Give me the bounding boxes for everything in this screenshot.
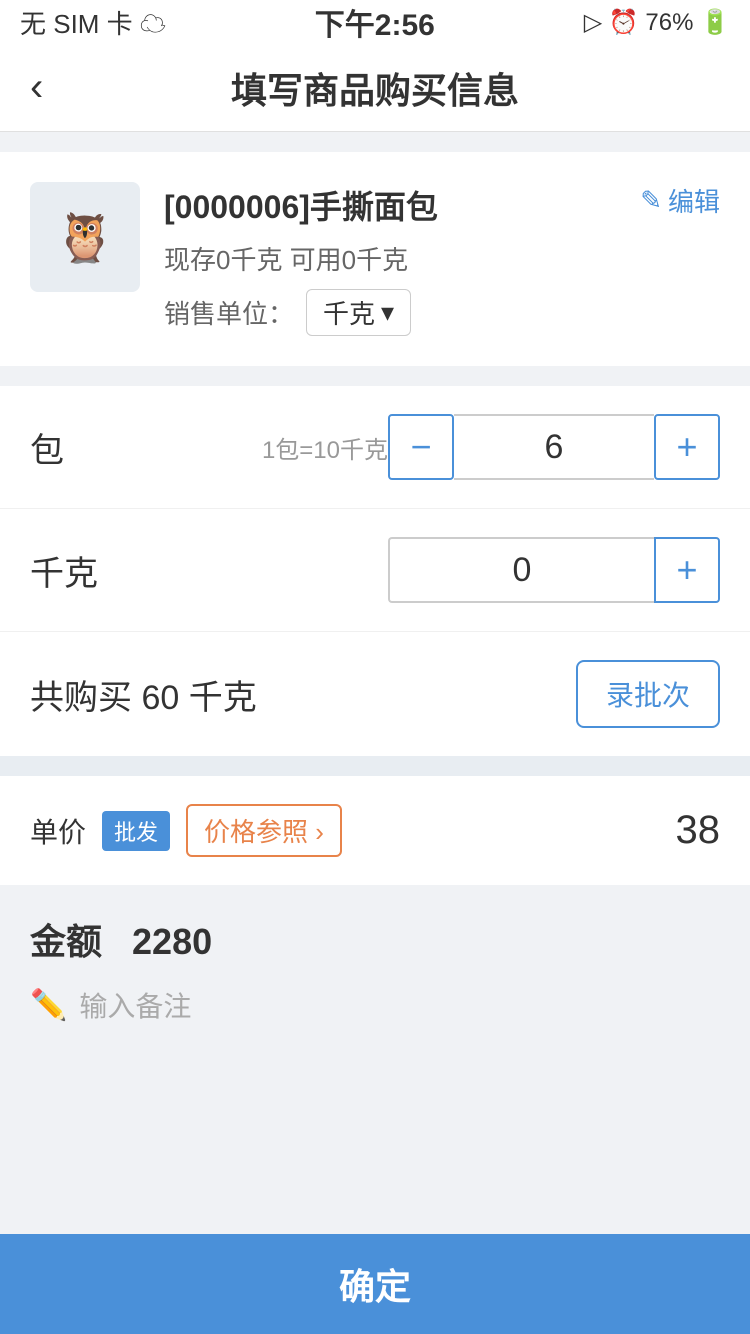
amount-row: 金额 2280 xyxy=(30,913,720,965)
quantity-section: 包 1包=10千克 − + 千克 + xyxy=(0,386,750,632)
amount-label: 金额 xyxy=(30,921,102,962)
product-image: 🦉 xyxy=(30,182,140,292)
bao-quantity-row: 包 1包=10千克 − + xyxy=(0,386,750,509)
product-logo-icon: 🦉 xyxy=(55,209,115,266)
total-row: 共购买 60 千克 录批次 xyxy=(0,632,750,756)
bao-hint: 1包=10千克 xyxy=(262,430,388,465)
nav-bar: ‹ 填写商品购买信息 xyxy=(0,44,750,132)
price-label: 单价 xyxy=(30,811,86,851)
bao-input[interactable] xyxy=(454,414,654,480)
kg-input[interactable] xyxy=(388,537,654,603)
note-row[interactable]: ✏️ 输入备注 xyxy=(30,985,720,1025)
amount-section: 金额 2280 ✏️ 输入备注 xyxy=(0,885,750,1234)
edit-button[interactable]: ✎ 编辑 xyxy=(640,182,720,219)
kg-controls: + xyxy=(388,537,720,603)
product-info: [0000006]手撕面包 现存0千克 可用0千克 销售单位： 千克 ▾ xyxy=(164,182,720,336)
bao-controls: − + xyxy=(388,414,720,480)
note-icon: ✏️ xyxy=(30,988,67,1023)
price-value: 38 xyxy=(676,808,721,853)
record-batch-button[interactable]: 录批次 xyxy=(576,660,720,728)
price-section: 单价 批发 价格参照 › 38 xyxy=(0,776,750,885)
total-text: 共购买 60 千克 xyxy=(30,670,257,719)
status-bar: 无 SIM 卡 ☁ 下午2:56 ▷ ⏰ 76% 🔋 xyxy=(0,0,750,44)
status-time: 下午2:56 xyxy=(315,0,435,44)
bao-minus-button[interactable]: − xyxy=(388,414,454,480)
product-name: [0000006]手撕面包 xyxy=(164,182,720,228)
price-row: 单价 批发 价格参照 › 38 xyxy=(30,804,720,857)
product-card: 🦉 [0000006]手撕面包 现存0千克 可用0千克 销售单位： 千克 ▾ ✎… xyxy=(0,152,750,366)
edit-icon: ✎ xyxy=(640,185,662,216)
product-unit-row: 销售单位： 千克 ▾ xyxy=(164,289,720,336)
status-right: ▷ ⏰ 76% 🔋 xyxy=(584,8,730,37)
note-placeholder: 输入备注 xyxy=(79,985,191,1025)
amount-value: 2280 xyxy=(132,921,212,962)
kg-label: 千克 xyxy=(30,546,388,595)
bao-plus-button[interactable]: + xyxy=(654,414,720,480)
price-badge: 批发 xyxy=(102,811,170,851)
unit-label: 销售单位： xyxy=(164,294,294,331)
section-divider xyxy=(0,756,750,776)
kg-plus-button[interactable]: + xyxy=(654,537,720,603)
unit-select[interactable]: 千克 ▾ xyxy=(306,289,411,336)
kg-quantity-row: 千克 + xyxy=(0,509,750,632)
product-stock: 现存0千克 可用0千克 xyxy=(164,240,720,277)
price-ref-button[interactable]: 价格参照 › xyxy=(186,804,342,857)
back-button[interactable]: ‹ xyxy=(30,65,63,110)
status-left: 无 SIM 卡 ☁ xyxy=(20,4,166,41)
bao-label: 包 xyxy=(30,423,254,472)
confirm-button[interactable]: 确定 xyxy=(0,1234,750,1334)
page-title: 填写商品购买信息 xyxy=(231,62,519,114)
